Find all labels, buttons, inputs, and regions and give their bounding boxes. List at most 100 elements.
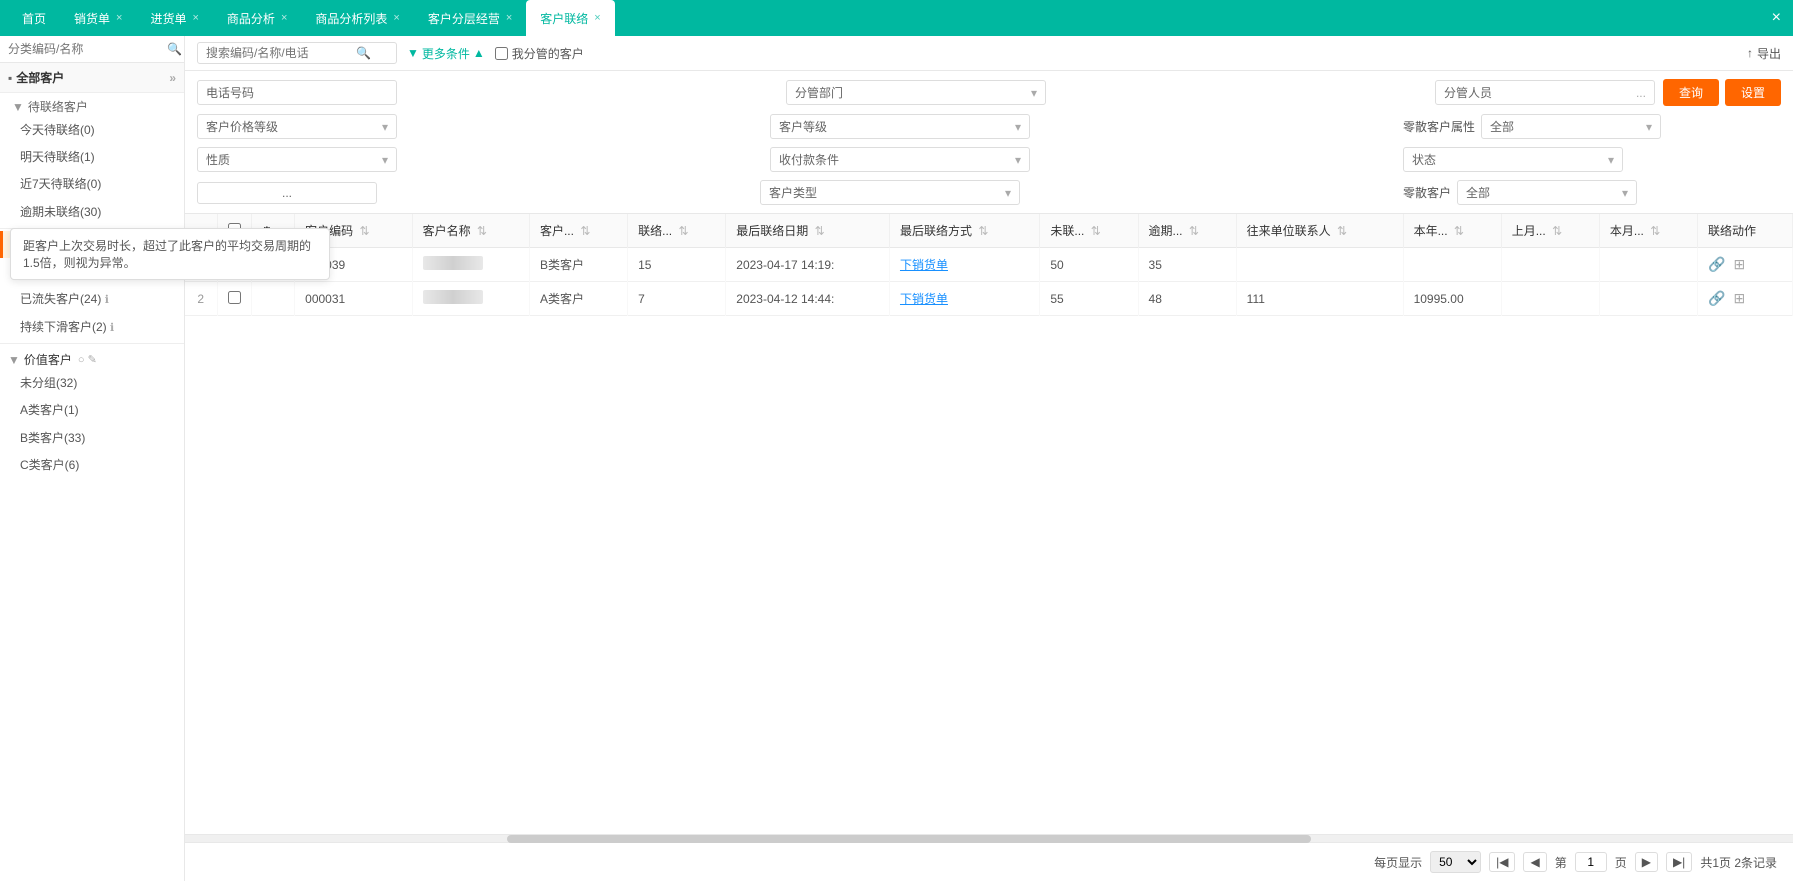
manager-field[interactable]: 分管人员 ... <box>1435 80 1655 105</box>
query-button[interactable]: 查询 <box>1663 79 1719 106</box>
gender-field[interactable]: 性质 ▾ <box>197 147 397 172</box>
nav-customer-contact[interactable]: 客户联络 × <box>526 0 614 36</box>
action-link-icon-1[interactable]: 🔗 <box>1708 256 1725 273</box>
value-customers-header[interactable]: ▼ 价值客户 ○ ✎ <box>0 346 184 370</box>
sidebar-item-declining[interactable]: 持续下滑客户(2) ℹ <box>0 314 184 342</box>
col-last-contact-method[interactable]: 最后联络方式 ⇅ <box>889 214 1039 248</box>
col-this-month[interactable]: 本月... ⇅ <box>1599 214 1697 248</box>
page-number-input[interactable] <box>1575 852 1607 872</box>
close-customer-contact-icon[interactable]: × <box>594 12 600 24</box>
filter-row-2: 客户价格等级 ▾ 客户等级 ▾ 零散客户属性 全部 ▾ <box>197 110 1781 143</box>
col-uncontacted[interactable]: 未联... ⇅ <box>1040 214 1138 248</box>
my-customers-checkbox[interactable] <box>495 47 508 60</box>
sidebar-item-b-class[interactable]: B类客户(33) <box>0 425 184 452</box>
sidebar-item-today[interactable]: 今天待联络(0) <box>0 117 184 144</box>
sidebar: 🔍 ▪ 全部客户 » ▼ 待联络客户 今天待联络(0) 明天待联络(1) 近7天… <box>0 36 185 881</box>
cell-uncontacted-1: 50 <box>1040 248 1138 282</box>
nav-customer-tier[interactable]: 客户分层经营 × <box>414 0 526 36</box>
first-page-button[interactable]: |◀ <box>1489 852 1515 872</box>
col-last-month[interactable]: 上月... ⇅ <box>1501 214 1599 248</box>
sidebar-search-icon[interactable]: 🔍 <box>167 42 182 56</box>
action-link-icon-2[interactable]: 🔗 <box>1708 290 1725 307</box>
col-overdue[interactable]: 逾期... ⇅ <box>1138 214 1236 248</box>
export-button[interactable]: ↑ 导出 <box>1747 45 1781 62</box>
sidebar-search-input[interactable] <box>8 42 163 56</box>
retail-customer-field[interactable]: 全部 ▾ <box>1457 180 1637 205</box>
retail-attr-down-icon: ▾ <box>1646 120 1652 134</box>
customer-grade-field[interactable]: 客户等级 ▾ <box>770 114 1030 139</box>
nav-purchase[interactable]: 进货单 × <box>136 0 212 36</box>
sidebar-item-churned[interactable]: 已流失客户(24) ℹ <box>0 286 184 314</box>
action-grid-icon-1[interactable]: ⊞ <box>1733 256 1745 273</box>
nav-product-list[interactable]: 商品分析列表 × <box>301 0 413 36</box>
sort-overdue-icon: ⇅ <box>1189 224 1199 238</box>
sort-contact-icon: ⇅ <box>678 224 688 238</box>
horizontal-scrollbar[interactable] <box>185 834 1793 842</box>
col-contact-count[interactable]: 联络... ⇅ <box>628 214 726 248</box>
sidebar-item-ungroup[interactable]: 未分组(32) <box>0 370 184 397</box>
all-customers-header[interactable]: ▪ 全部客户 » <box>0 63 184 93</box>
method-link-2[interactable]: 下销货单 <box>900 292 948 306</box>
col-customer-type[interactable]: 客户... ⇅ <box>529 214 627 248</box>
nav-product-analysis[interactable]: 商品分析 × <box>213 0 301 36</box>
row-checkbox-2[interactable] <box>228 291 241 304</box>
close-product-analysis-icon[interactable]: × <box>281 12 287 24</box>
close-purchase-icon[interactable]: × <box>192 12 198 24</box>
sort-thisyear-icon: ⇅ <box>1454 224 1464 238</box>
phone-field[interactable]: 电话号码 <box>197 80 397 105</box>
cell-name-2 <box>412 282 529 316</box>
customer-type-field[interactable]: 客户类型 ▾ <box>760 180 1020 205</box>
last-page-button[interactable]: ▶| <box>1666 852 1692 872</box>
next-page-button[interactable]: ▶ <box>1635 852 1658 872</box>
filter-row-3: 性质 ▾ 收付款条件 ▾ 状态 ▾ <box>197 143 1781 176</box>
nav-sales[interactable]: 销货单 × <box>60 0 136 36</box>
cell-method-2[interactable]: 下销货单 <box>889 282 1039 316</box>
pending-contact-group[interactable]: ▼ 待联络客户 <box>0 93 184 117</box>
more-conditions-button[interactable]: ▼ 更多条件 ▲ <box>407 45 485 62</box>
per-page-select[interactable]: 50 100 200 <box>1430 851 1481 873</box>
filter-search-input[interactable] <box>206 46 356 60</box>
method-link-1[interactable]: 下销货单 <box>900 258 948 272</box>
col-customer-name[interactable]: 客户名称 ⇅ <box>412 214 529 248</box>
chevron-up-icon: ▲ <box>473 46 485 60</box>
cell-name-1 <box>412 248 529 282</box>
sidebar-item-tomorrow[interactable]: 明天待联络(1) <box>0 144 184 171</box>
sidebar-item-a-class[interactable]: A类客户(1) <box>0 397 184 424</box>
close-product-list-icon[interactable]: × <box>393 12 399 24</box>
settings-button[interactable]: 设置 <box>1725 79 1781 106</box>
col-last-contact-date[interactable]: 最后联络日期 ⇅ <box>726 214 890 248</box>
sidebar-item-7days[interactable]: 近7天待联络(0) <box>0 171 184 198</box>
cell-method-1[interactable]: 下销货单 <box>889 248 1039 282</box>
filter-row-1: 电话号码 分管部门 ▾ 分管人员 ... 查询 设置 <box>197 75 1781 110</box>
sort-type-icon: ⇅ <box>580 224 590 238</box>
sort-lastmonth-icon: ⇅ <box>1552 224 1562 238</box>
page-label: 第 <box>1555 854 1567 871</box>
retail-attr-field[interactable]: 全部 ▾ <box>1481 114 1661 139</box>
sidebar-item-overdue[interactable]: 逾期未联络(30) <box>0 199 184 226</box>
payment-field[interactable]: 收付款条件 ▾ <box>770 147 1030 172</box>
close-all-button[interactable]: × <box>1772 9 1781 27</box>
edit-icons[interactable]: ○ ✎ <box>78 353 97 366</box>
sidebar-item-c-class[interactable]: C类客户(6) <box>0 452 184 479</box>
advanced-filters: 电话号码 分管部门 ▾ 分管人员 ... 查询 设置 <box>185 71 1793 214</box>
col-company-contact[interactable]: 往来单位联系人 ⇅ <box>1236 214 1403 248</box>
status-field[interactable]: 状态 ▾ <box>1403 147 1623 172</box>
gender-down-icon: ▾ <box>382 153 388 167</box>
scroll-thumb[interactable] <box>507 835 1311 843</box>
prev-page-button[interactable]: ◀ <box>1523 852 1546 872</box>
expand-btn[interactable]: » <box>169 71 176 85</box>
dept-field[interactable]: 分管部门 ▾ <box>786 80 1046 105</box>
sort-company-icon: ⇅ <box>1337 224 1347 238</box>
cell-num-2: 2 <box>185 282 217 316</box>
action-grid-icon-2[interactable]: ⊞ <box>1733 290 1745 307</box>
filter-search-icon[interactable]: 🔍 <box>356 46 371 60</box>
my-customers-checkbox-label[interactable]: 我分管的客户 <box>495 45 584 62</box>
price-grade-field[interactable]: 客户价格等级 ▾ <box>197 114 397 139</box>
cell-checkbox-2[interactable] <box>217 282 251 316</box>
close-customer-tier-icon[interactable]: × <box>506 12 512 24</box>
nav-home[interactable]: 首页 <box>8 0 60 36</box>
col-this-year[interactable]: 本年... ⇅ <box>1403 214 1501 248</box>
cell-uncontacted-2: 55 <box>1040 282 1138 316</box>
dots-field[interactable]: ... <box>197 182 377 204</box>
close-sales-icon[interactable]: × <box>116 12 122 24</box>
